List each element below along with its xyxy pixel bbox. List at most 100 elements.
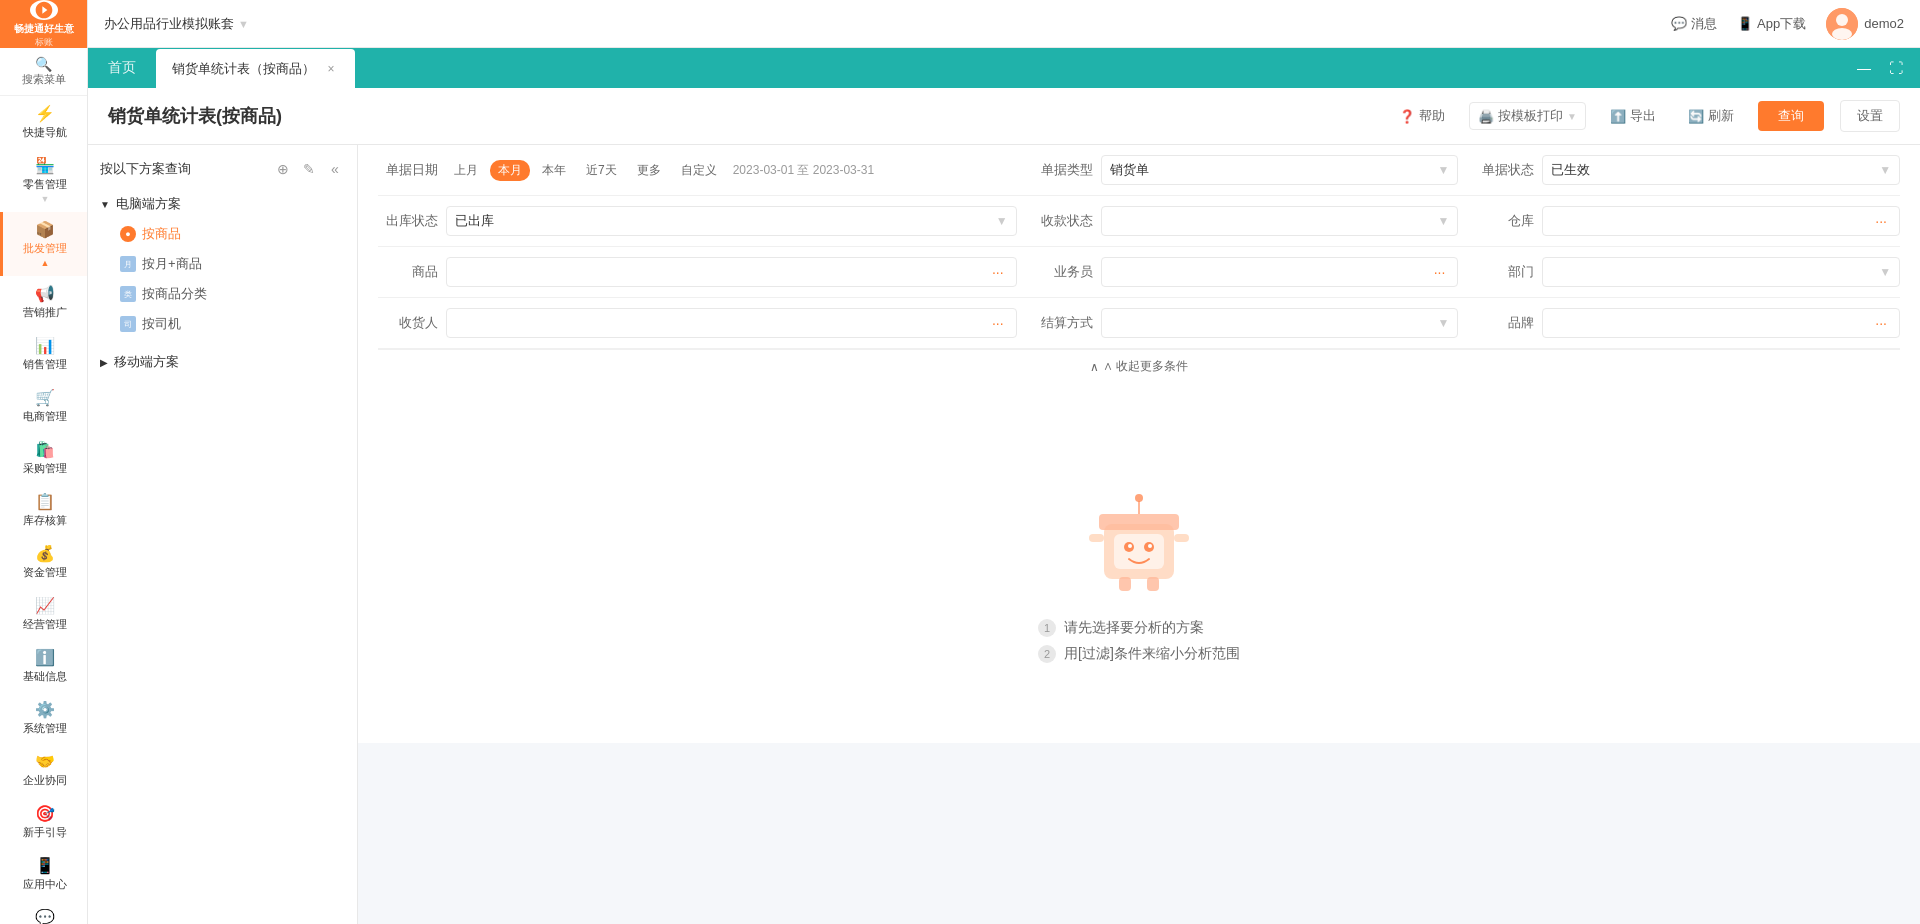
doc-type-input[interactable]: 销货单 ▼ xyxy=(1101,155,1459,185)
refresh-btn[interactable]: 🔄 刷新 xyxy=(1680,103,1742,129)
sidebar-item-system[interactable]: ⚙️ 系统管理 xyxy=(0,692,87,744)
query-button[interactable]: 查询 xyxy=(1758,101,1824,131)
brand-dots-btn[interactable]: ··· xyxy=(1871,315,1891,331)
receiver-dots-btn[interactable]: ··· xyxy=(988,315,1008,331)
scheme-collapse-btn[interactable]: « xyxy=(325,159,345,179)
sidebar-item-inventory[interactable]: 📋 库存核算 xyxy=(0,484,87,536)
message-label: 消息 xyxy=(1691,15,1717,33)
doc-type-dropdown-icon: ▼ xyxy=(1437,163,1449,177)
date-tab-7days[interactable]: 近7天 xyxy=(578,160,625,181)
settlement-input[interactable]: ▼ xyxy=(1101,308,1459,338)
tab-minimize-btn[interactable]: — xyxy=(1852,56,1876,80)
scheme-edit-btn[interactable]: ✎ xyxy=(299,159,319,179)
date-range-text: 2023-03-01 至 2023-03-31 xyxy=(733,162,874,179)
help-icon: ❓ xyxy=(1399,109,1415,124)
sidebar-item-ecommerce[interactable]: 🛒 电商管理 xyxy=(0,380,87,432)
close-icon: × xyxy=(327,62,334,76)
tab-active-sales-stat[interactable]: 销货单统计表（按商品） × xyxy=(156,49,355,89)
payment-status-dropdown-icon: ▼ xyxy=(1437,214,1449,228)
tab-maximize-btn[interactable]: ⛶ xyxy=(1884,56,1908,80)
scheme-item-by-month-goods[interactable]: 月 按月+商品 xyxy=(88,249,357,279)
scheme-item-by-goods[interactable]: ● 按商品 xyxy=(88,219,357,249)
avatar xyxy=(1826,8,1858,40)
message-icon: 💬 xyxy=(1671,16,1687,31)
doc-status-input[interactable]: 已生效 ▼ xyxy=(1542,155,1900,185)
collapse-conditions-btn[interactable]: ∧ ∧ 收起更多条件 xyxy=(378,349,1900,383)
date-tab-this-year[interactable]: 本年 xyxy=(534,160,574,181)
sidebar-item-sales[interactable]: 📊 销售管理 xyxy=(0,328,87,380)
sidebar-item-basic-info[interactable]: ℹ️ 基础信息 xyxy=(0,640,87,692)
payment-status-input[interactable]: ▼ xyxy=(1101,206,1459,236)
sidebar-item-wholesale[interactable]: 📦 批发管理 ▲ xyxy=(0,212,87,276)
scheme-item-by-category[interactable]: 类 按商品分类 xyxy=(88,279,357,309)
scheme-group-mobile-header[interactable]: ▶ 移动端方案 xyxy=(88,347,357,377)
filter-field-department: 部门 ▼ xyxy=(1474,257,1900,287)
doc-status-value: 已生效 xyxy=(1551,161,1590,179)
scheme-group-pc-header[interactable]: ▼ 电脑端方案 xyxy=(88,189,357,219)
help-btn[interactable]: ❓ 帮助 xyxy=(1391,103,1453,129)
sidebar-item-guide[interactable]: 🎯 新手引导 xyxy=(0,796,87,848)
warehouse-dots-btn[interactable]: ··· xyxy=(1871,213,1891,229)
settlement-dropdown-icon: ▼ xyxy=(1437,316,1449,330)
filter-field-doc-type: 单据类型 销货单 ▼ xyxy=(1033,155,1459,185)
filter-field-date: 单据日期 上月 本月 本年 近7天 更多 自定义 xyxy=(378,160,1017,181)
scheme-add-btn[interactable]: ⊕ xyxy=(273,159,293,179)
date-tab-custom[interactable]: 自定义 xyxy=(673,160,725,181)
goods-input[interactable]: ··· xyxy=(446,257,1017,287)
export-btn[interactable]: ⬆️ 导出 xyxy=(1602,103,1664,129)
industry-selector[interactable]: 办公用品行业模拟账套 ▼ xyxy=(104,15,249,33)
warehouse-input[interactable]: ··· xyxy=(1542,206,1900,236)
scheme-panel-header: 按以下方案查询 ⊕ ✎ « xyxy=(88,153,357,185)
date-tab-more[interactable]: 更多 xyxy=(629,160,669,181)
salesman-input[interactable]: ··· xyxy=(1101,257,1459,287)
empty-state: 1 请先选择要分析的方案 2 用[过滤]条件来缩小分析范围 xyxy=(358,399,1920,743)
settings-button[interactable]: 设置 xyxy=(1840,100,1900,132)
sidebar-item-enterprise-wechat[interactable]: 💬 企业微信 xyxy=(0,900,87,924)
brand-input[interactable]: ··· xyxy=(1542,308,1900,338)
filter-field-warehouse: 仓库 ··· xyxy=(1474,206,1900,236)
goods-dots-btn[interactable]: ··· xyxy=(988,264,1008,280)
svg-rect-11 xyxy=(1174,534,1189,542)
salesman-dots-btn[interactable]: ··· xyxy=(1430,264,1450,280)
department-input[interactable]: ▼ xyxy=(1542,257,1900,287)
refresh-label: 刷新 xyxy=(1708,107,1734,125)
filter-form: 单据日期 上月 本月 本年 近7天 更多 自定义 xyxy=(358,145,1920,399)
sidebar-item-purchase[interactable]: 🛍️ 采购管理 xyxy=(0,432,87,484)
sidebar-item-retail[interactable]: 🏪 零售管理 ▼ xyxy=(0,148,87,212)
out-status-value: 已出库 xyxy=(455,212,494,230)
app-subtitle: 标账 xyxy=(35,36,53,49)
out-status-input[interactable]: 已出库 ▼ xyxy=(446,206,1017,236)
scheme-group-mobile-toggle: ▶ xyxy=(100,357,108,368)
receiver-input[interactable]: ··· xyxy=(446,308,1017,338)
page-actions: ❓ 帮助 🖨️ 按模板打印 ▼ ⬆️ 导出 🔄 刷新 查询 设置 xyxy=(1391,100,1900,132)
user-info[interactable]: demo2 xyxy=(1826,8,1904,40)
tab-close-btn[interactable]: × xyxy=(323,61,339,77)
print-btn[interactable]: 🖨️ 按模板打印 ▼ xyxy=(1469,102,1586,130)
filter-field-payment-status: 收款状态 ▼ xyxy=(1033,206,1459,236)
sidebar-item-finance[interactable]: 💰 资金管理 xyxy=(0,536,87,588)
tab-home[interactable]: 首页 xyxy=(88,48,156,88)
app-download-btn[interactable]: 📱 App下载 xyxy=(1737,15,1806,33)
sidebar-item-operations[interactable]: 📈 经营管理 xyxy=(0,588,87,640)
svg-point-1 xyxy=(1836,14,1848,26)
date-tab-last-month[interactable]: 上月 xyxy=(446,160,486,181)
filter-field-receiver: 收货人 ··· xyxy=(378,308,1017,338)
main-area: 办公用品行业模拟账套 ▼ 💬 消息 📱 App下载 xyxy=(88,0,1920,924)
scheme-item-by-driver[interactable]: 司 按司机 xyxy=(88,309,357,339)
collapse-conditions-icon: ∧ xyxy=(1090,360,1099,374)
svg-point-8 xyxy=(1128,544,1132,548)
receiver-label: 收货人 xyxy=(378,314,438,332)
sidebar-item-marketing[interactable]: 📢 营销推广 xyxy=(0,276,87,328)
sidebar-item-quicknav[interactable]: ⚡ 快捷导航 xyxy=(0,96,87,148)
print-label: 按模板打印 xyxy=(1498,107,1563,125)
page-title: 销货单统计表(按商品) xyxy=(108,104,282,128)
sidebar-item-search[interactable]: 🔍 搜索菜单 xyxy=(0,48,87,96)
sidebar-item-enterprise[interactable]: 🤝 企业协同 xyxy=(0,744,87,796)
date-tab-this-month[interactable]: 本月 xyxy=(490,160,530,181)
message-btn[interactable]: 💬 消息 xyxy=(1671,15,1717,33)
sidebar-item-appcenter[interactable]: 📱 应用中心 xyxy=(0,848,87,900)
top-header: 办公用品行业模拟账套 ▼ 💬 消息 📱 App下载 xyxy=(88,0,1920,48)
scheme-group-mobile-label: 移动端方案 xyxy=(114,353,179,371)
scheme-item-label-driver: 按司机 xyxy=(142,315,181,333)
filter-field-brand: 品牌 ··· xyxy=(1474,308,1900,338)
